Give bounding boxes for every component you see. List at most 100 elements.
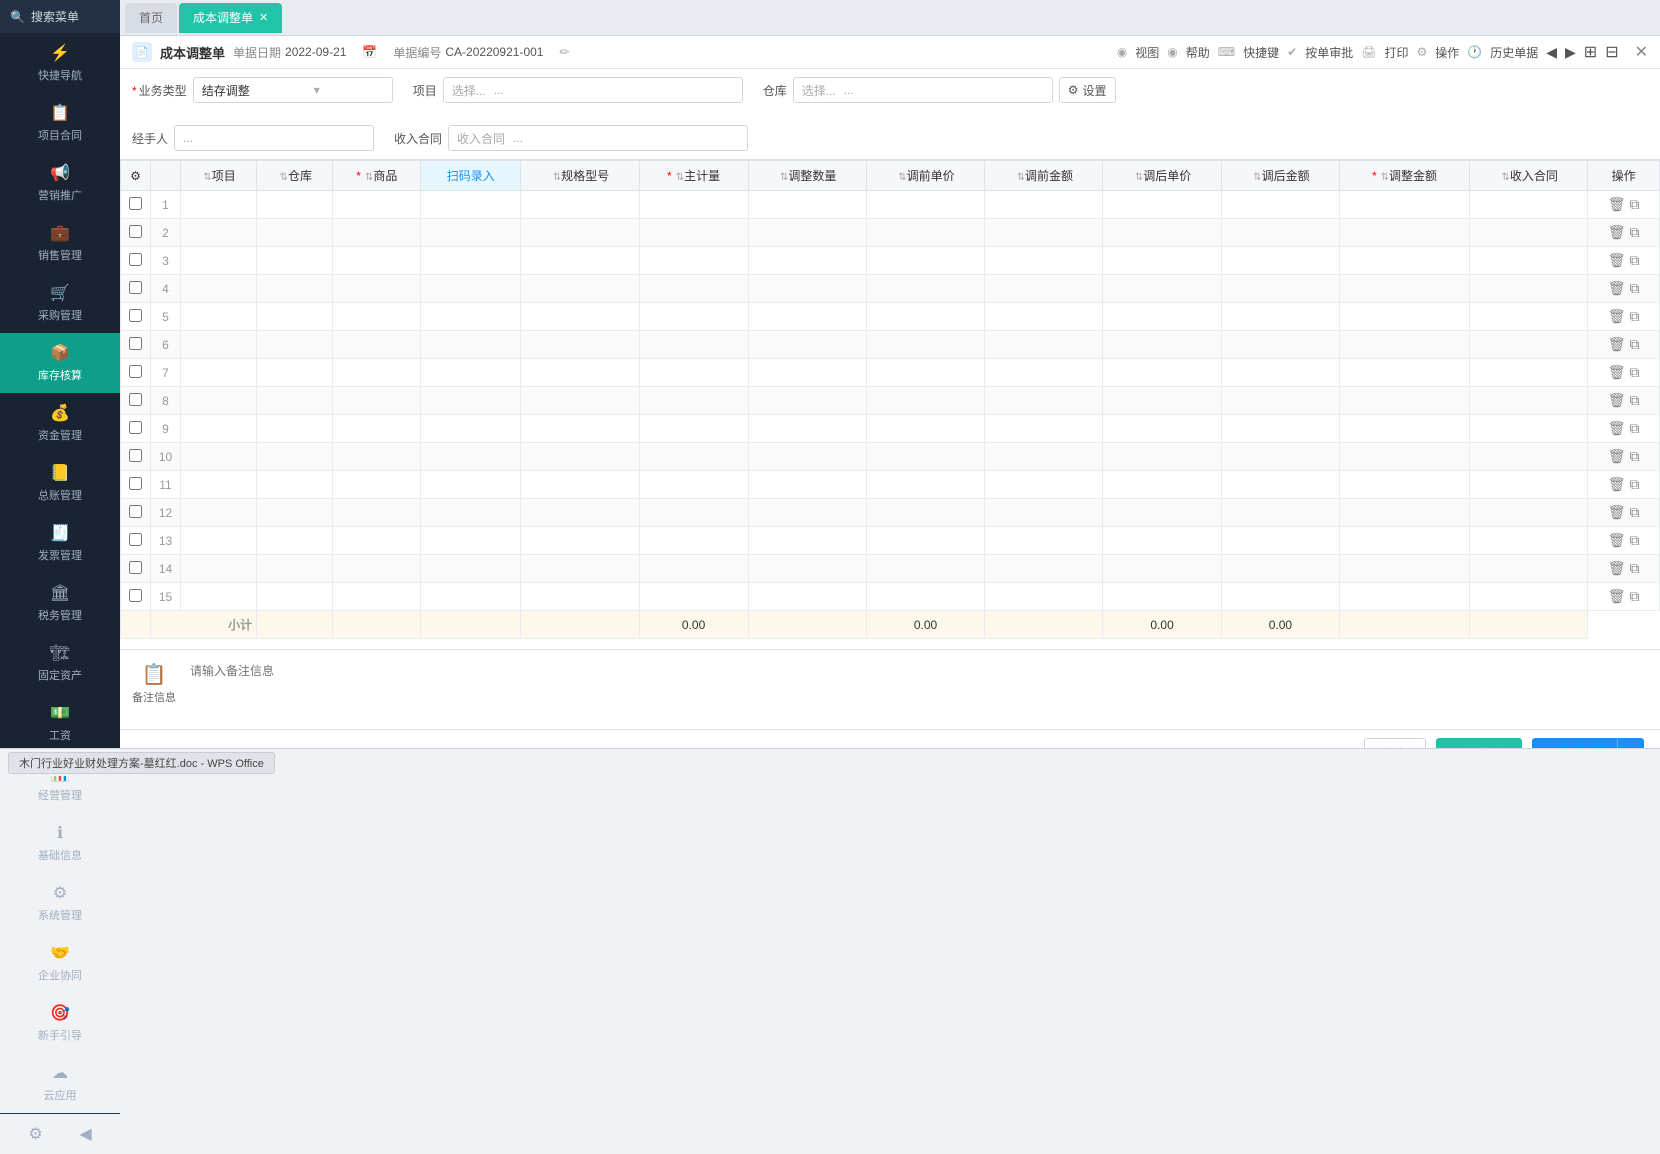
col-scan[interactable]: 扫码录入: [421, 161, 521, 191]
row-product-cell[interactable]: [333, 359, 421, 387]
col-before-amount[interactable]: ⇅调前金额: [985, 161, 1103, 191]
row-product-cell[interactable]: [333, 303, 421, 331]
row-after-amount-cell[interactable]: [1221, 219, 1339, 247]
collapse-icon[interactable]: ◀: [79, 1124, 91, 1144]
compact-view-icon[interactable]: ⊟: [1605, 42, 1618, 62]
approve-button[interactable]: 按单审批: [1305, 44, 1353, 61]
row-before-price-cell[interactable]: [866, 331, 984, 359]
row-adjust-amount-cell[interactable]: [1340, 387, 1470, 415]
row-product-cell[interactable]: [333, 387, 421, 415]
row-after-price-cell[interactable]: [1103, 275, 1221, 303]
sidebar-item-project-contract[interactable]: 📋 项目合同: [0, 93, 120, 153]
taskbar-item[interactable]: 木门行业好业财处理方案-墓红红.doc - WPS Office: [8, 752, 275, 774]
row-before-amount-cell[interactable]: [985, 499, 1103, 527]
row-before-amount-cell[interactable]: [985, 191, 1103, 219]
row-income-contract-cell[interactable]: [1470, 219, 1588, 247]
sidebar-item-payroll[interactable]: 💵 工资: [0, 693, 120, 753]
row-project-cell[interactable]: [181, 443, 257, 471]
row-before-price-cell[interactable]: [866, 359, 984, 387]
row-adjust-amount-cell[interactable]: [1340, 219, 1470, 247]
row-before-amount-cell[interactable]: [985, 583, 1103, 611]
sidebar-item-newbie-guide[interactable]: 🎯 新手引导: [0, 993, 120, 1053]
calendar-icon[interactable]: 📅: [362, 45, 377, 59]
row-project-cell[interactable]: [181, 471, 257, 499]
col-unit[interactable]: *⇅主计量: [639, 161, 748, 191]
row-copy-icon[interactable]: ⧉: [1630, 560, 1640, 577]
row-delete-icon[interactable]: 🗑: [1608, 364, 1626, 381]
row-before-amount-cell[interactable]: [985, 387, 1103, 415]
row-warehouse-cell[interactable]: [257, 331, 333, 359]
row-checkbox-cell[interactable]: [121, 555, 151, 583]
row-after-amount-cell[interactable]: [1221, 303, 1339, 331]
row-unit-cell[interactable]: [639, 219, 748, 247]
row-spec-cell[interactable]: [521, 499, 639, 527]
row-after-amount-cell[interactable]: [1221, 415, 1339, 443]
row-adjust-qty-cell[interactable]: [748, 275, 866, 303]
row-product-cell[interactable]: [333, 219, 421, 247]
row-unit-cell[interactable]: [639, 499, 748, 527]
row-income-contract-cell[interactable]: [1470, 303, 1588, 331]
row-unit-cell[interactable]: [639, 247, 748, 275]
row-unit-cell[interactable]: [639, 583, 748, 611]
row-project-cell[interactable]: [181, 219, 257, 247]
row-product-cell[interactable]: [333, 275, 421, 303]
row-before-amount-cell[interactable]: [985, 275, 1103, 303]
row-spec-cell[interactable]: [521, 275, 639, 303]
row-after-amount-cell[interactable]: [1221, 191, 1339, 219]
row-before-amount-cell[interactable]: [985, 443, 1103, 471]
col-before-price[interactable]: ⇅调前单价: [866, 161, 984, 191]
row-product-cell[interactable]: [333, 247, 421, 275]
row-checkbox-cell[interactable]: [121, 219, 151, 247]
row-project-cell[interactable]: [181, 303, 257, 331]
row-adjust-qty-cell[interactable]: [748, 359, 866, 387]
row-unit-cell[interactable]: [639, 443, 748, 471]
row-before-amount-cell[interactable]: [985, 303, 1103, 331]
row-delete-icon[interactable]: 🗑: [1608, 532, 1626, 549]
row-copy-icon[interactable]: ⧉: [1630, 196, 1640, 213]
row-scan-cell[interactable]: [421, 359, 521, 387]
row-adjust-qty-cell[interactable]: [748, 443, 866, 471]
row-income-contract-cell[interactable]: [1470, 415, 1588, 443]
warehouse-input[interactable]: 选择... ...: [793, 77, 1053, 103]
row-unit-cell[interactable]: [639, 359, 748, 387]
row-adjust-qty-cell[interactable]: [748, 191, 866, 219]
row-before-price-cell[interactable]: [866, 499, 984, 527]
row-product-cell[interactable]: [333, 527, 421, 555]
row-before-price-cell[interactable]: [866, 219, 984, 247]
row-spec-cell[interactable]: [521, 583, 639, 611]
row-before-amount-cell[interactable]: [985, 527, 1103, 555]
row-unit-cell[interactable]: [639, 387, 748, 415]
row-copy-icon[interactable]: ⧉: [1630, 448, 1640, 465]
sidebar-item-invoice-mgmt[interactable]: 🧾 发票管理: [0, 513, 120, 573]
row-after-price-cell[interactable]: [1103, 471, 1221, 499]
row-spec-cell[interactable]: [521, 303, 639, 331]
row-scan-cell[interactable]: [421, 499, 521, 527]
doc-num-edit-icon[interactable]: ✏: [559, 45, 569, 59]
row-after-amount-cell[interactable]: [1221, 359, 1339, 387]
col-after-price[interactable]: ⇅调后单价: [1103, 161, 1221, 191]
row-checkbox-cell[interactable]: [121, 359, 151, 387]
row-adjust-qty-cell[interactable]: [748, 387, 866, 415]
row-after-amount-cell[interactable]: [1221, 527, 1339, 555]
row-product-cell[interactable]: [333, 443, 421, 471]
row-unit-cell[interactable]: [639, 275, 748, 303]
row-income-contract-cell[interactable]: [1470, 499, 1588, 527]
row-project-cell[interactable]: [181, 415, 257, 443]
row-after-amount-cell[interactable]: [1221, 247, 1339, 275]
row-delete-icon[interactable]: 🗑: [1608, 588, 1626, 605]
row-project-cell[interactable]: [181, 527, 257, 555]
row-scan-cell[interactable]: [421, 471, 521, 499]
row-delete-icon[interactable]: 🗑: [1608, 504, 1626, 521]
row-project-cell[interactable]: [181, 583, 257, 611]
row-warehouse-cell[interactable]: [257, 247, 333, 275]
sidebar-item-system-mgmt[interactable]: ⚙ 系统管理: [0, 873, 120, 933]
income-contract-input[interactable]: 收入合同 ...: [448, 125, 748, 151]
row-spec-cell[interactable]: [521, 387, 639, 415]
row-warehouse-cell[interactable]: [257, 415, 333, 443]
doc-close-button[interactable]: ✕: [1635, 42, 1648, 62]
search-menu-button[interactable]: 🔍 搜索菜单: [0, 0, 120, 33]
row-checkbox-cell[interactable]: [121, 499, 151, 527]
row-adjust-amount-cell[interactable]: [1340, 555, 1470, 583]
row-spec-cell[interactable]: [521, 331, 639, 359]
row-scan-cell[interactable]: [421, 415, 521, 443]
